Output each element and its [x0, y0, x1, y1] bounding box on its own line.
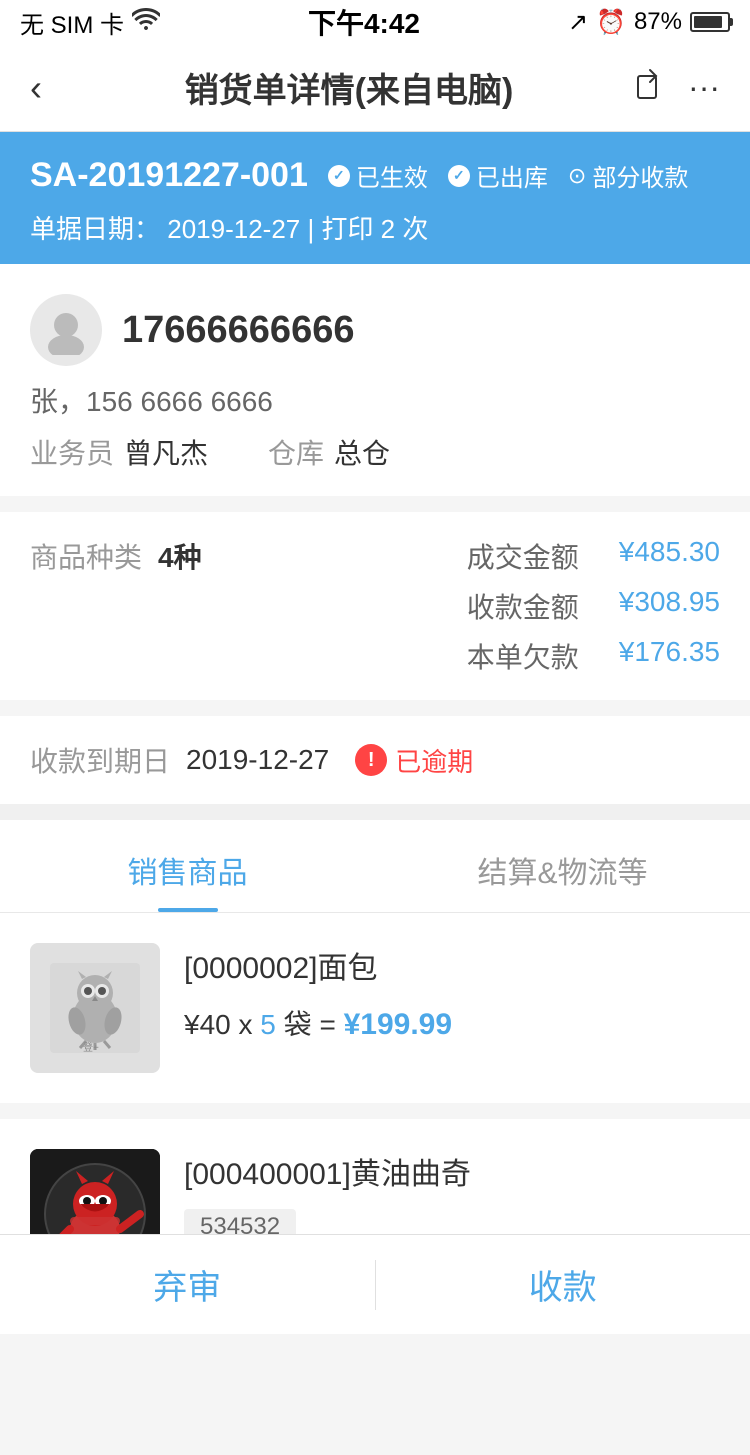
status-badge-shipped: ✓ 已出库	[448, 158, 548, 193]
salesman-value: 曾凡杰	[124, 432, 208, 472]
overdue-badge: ! 已逾期	[355, 742, 473, 779]
product-name-1: [0000002]面包	[184, 943, 720, 987]
confirm-payment-button[interactable]: 收款	[376, 1240, 750, 1329]
salesman-meta: 业务员 曾凡杰	[30, 432, 208, 472]
received-label: 收款金额	[467, 586, 579, 626]
nav-actions: ···	[636, 68, 720, 108]
customer-phone: 17666666666	[122, 309, 354, 352]
status-right: ↗ ⏰ 87%	[568, 8, 730, 37]
summary-card: 商品种类 4种 成交金额 ¥485.30 收款金额 ¥308.95 本单欠款 ¥…	[0, 512, 750, 700]
location-icon: ↗	[568, 8, 588, 37]
date-label: 单据日期：	[30, 214, 160, 244]
more-button[interactable]: ···	[688, 69, 720, 106]
bottom-bar: 弃审 收款	[0, 1234, 750, 1334]
received-amount-row: 收款金额 ¥308.95	[467, 586, 720, 626]
product-kinds-value: 4种	[158, 536, 202, 576]
due-date-label: 收款到期日	[30, 740, 170, 780]
customer-name: 张，156 6666 6666	[30, 380, 720, 420]
status-bar: 无 SIM 卡 下午4:42 ↗ ⏰ 87%	[0, 0, 750, 44]
status-badge-partial: ⊙ 部分收款	[568, 158, 688, 193]
cancel-review-button[interactable]: 弃审	[0, 1240, 375, 1329]
carrier-text: 无 SIM 卡	[20, 5, 124, 40]
warehouse-meta: 仓库 总仓	[268, 432, 390, 472]
product-info-1: [0000002]面包 ¥40 x 5 袋 = ¥199.99	[184, 943, 720, 1043]
debt-value: ¥176.35	[619, 636, 720, 676]
summary-left: 商品种类 4种	[30, 536, 202, 576]
nav-bar: ‹ 销货单详情(来自电脑) ···	[0, 44, 750, 132]
transaction-label: 成交金额	[467, 536, 579, 576]
tab-sales-products[interactable]: 销售商品	[0, 820, 375, 912]
alarm-icon: ⏰	[596, 8, 626, 37]
product-name-2: [000400001]黄油曲奇	[184, 1149, 720, 1193]
battery-icon	[690, 12, 730, 32]
order-id: SA-20191227-001	[30, 156, 308, 195]
summary-right: 成交金额 ¥485.30 收款金额 ¥308.95 本单欠款 ¥176.35	[467, 536, 720, 676]
order-date: 2019-12-27	[167, 214, 300, 244]
overdue-text: 已逾期	[395, 742, 473, 779]
check-icon-shipped: ✓	[448, 165, 470, 187]
tabs: 销售商品 结算&物流等	[0, 820, 750, 913]
debt-amount-row: 本单欠款 ¥176.35	[467, 636, 720, 676]
share-button[interactable]	[636, 68, 668, 108]
clock-icon: ⊙	[568, 163, 586, 189]
status-left: 无 SIM 卡	[20, 5, 160, 40]
customer-meta: 业务员 曾凡杰 仓库 总仓	[30, 432, 720, 472]
product-total-1: ¥199.99	[344, 1008, 452, 1041]
print-info: | 打印 2 次	[307, 214, 428, 244]
debt-label: 本单欠款	[467, 636, 579, 676]
due-card: 收款到期日 2019-12-27 ! 已逾期	[0, 716, 750, 804]
product-kinds-label: 商品种类	[30, 536, 142, 576]
warehouse-value: 总仓	[334, 432, 390, 472]
transaction-value: ¥485.30	[619, 536, 720, 576]
transaction-amount-row: 成交金额 ¥485.30	[467, 536, 720, 576]
back-button[interactable]: ‹	[30, 67, 62, 109]
product-qty-1: 5	[260, 1009, 276, 1040]
received-value: ¥308.95	[619, 586, 720, 626]
page-title: 销货单详情(来自电脑)	[62, 63, 636, 112]
overdue-icon: !	[355, 744, 387, 776]
due-date-value: 2019-12-27	[186, 744, 329, 776]
list-item: 登+ [0000002]面包 ¥40 x 5 袋 = ¥199.99	[0, 913, 750, 1103]
battery-percent: 87%	[634, 8, 682, 36]
section-divider	[0, 804, 750, 820]
avatar	[30, 294, 102, 366]
order-date-row: 单据日期： 2019-12-27 | 打印 2 次	[30, 209, 720, 246]
wifi-icon	[132, 8, 160, 37]
check-icon-effective: ✓	[328, 165, 350, 187]
product-image-1: 登+	[30, 943, 160, 1073]
customer-top: 17666666666	[30, 294, 720, 366]
svg-text:登+: 登+	[83, 1041, 99, 1053]
order-banner: SA-20191227-001 ✓ 已生效 ✓ 已出库 ⊙ 部分收款 单据日期：…	[0, 132, 750, 264]
status-badge-effective: ✓ 已生效	[328, 158, 428, 193]
customer-card: 17666666666 张，156 6666 6666 业务员 曾凡杰 仓库 总…	[0, 264, 750, 496]
salesman-label: 业务员	[30, 432, 114, 472]
time-display: 下午4:42	[308, 2, 420, 42]
order-id-row: SA-20191227-001 ✓ 已生效 ✓ 已出库 ⊙ 部分收款	[30, 156, 720, 195]
product-price-1: ¥40 x 5 袋 = ¥199.99	[184, 1003, 720, 1043]
warehouse-label: 仓库	[268, 432, 324, 472]
product-list: 登+ [0000002]面包 ¥40 x 5 袋 = ¥199.99	[0, 913, 750, 1455]
tab-settlement[interactable]: 结算&物流等	[375, 820, 750, 912]
